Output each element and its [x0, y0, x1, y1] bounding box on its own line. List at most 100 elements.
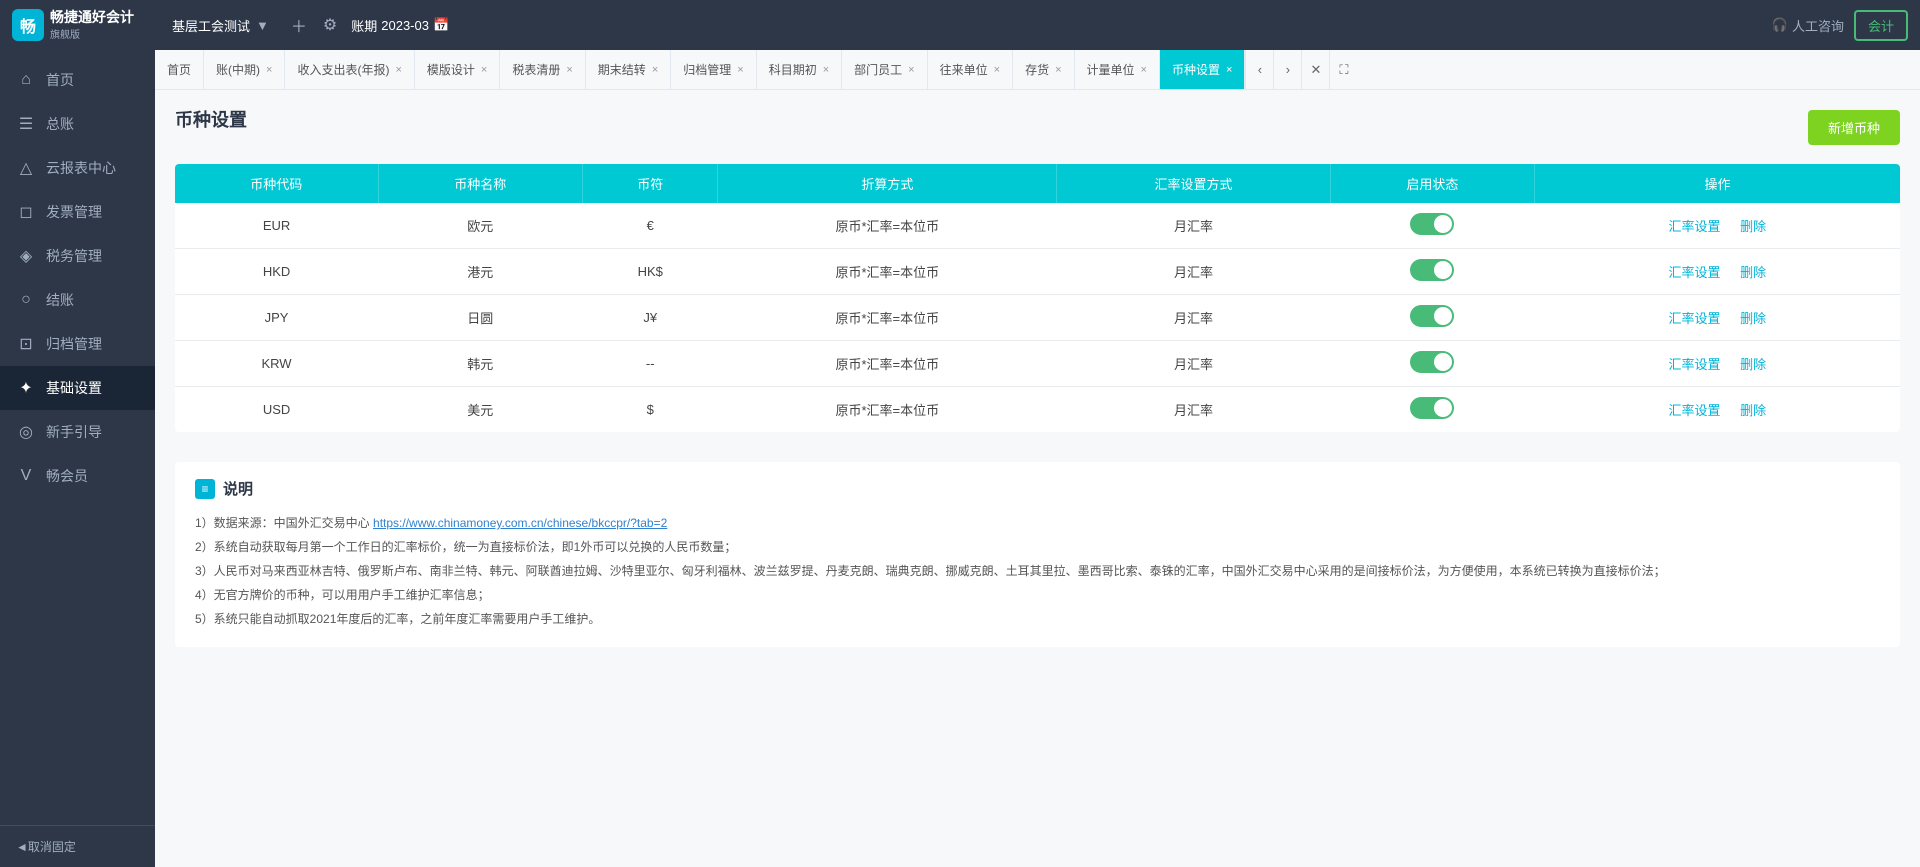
delete-link-4[interactable]: 删除: [1740, 403, 1766, 418]
rate-setting-link-3[interactable]: 汇率设置: [1668, 357, 1720, 372]
sidebar-item-tax[interactable]: ◈ 税务管理: [0, 234, 155, 278]
tab-close-archive-mgmt[interactable]: ×: [737, 64, 743, 76]
cell-code-0: EUR: [175, 203, 378, 249]
settings-icon[interactable]: ⚙: [319, 11, 341, 39]
tab-partner[interactable]: 往来单位 ×: [928, 50, 1013, 90]
tab-fullscreen-btn[interactable]: ⛶: [1329, 50, 1357, 90]
tab-unit[interactable]: 计量单位 ×: [1075, 50, 1160, 90]
delete-link-0[interactable]: 删除: [1740, 219, 1766, 234]
top-bar: 畅 畅捷通好会计 旗舰版 基层工会测试 ▼ ＋ ⚙ 账期 2023-03 📅 🎧…: [0, 0, 1920, 50]
logo-icon: 畅: [12, 9, 44, 41]
sidebar-item-home[interactable]: ⌂ 首页: [0, 58, 155, 102]
tab-income-report[interactable]: 收入支出表(年报) ×: [285, 50, 414, 90]
cell-name-0: 欧元: [378, 203, 582, 249]
tab-label-archive-mgmt: 归档管理: [683, 61, 731, 78]
tab-close-period-end[interactable]: ×: [652, 64, 658, 76]
sidebar-label-guide: 新手引导: [46, 422, 102, 442]
notice-title: ≡ 说明: [195, 478, 1880, 499]
tab-close-template-design[interactable]: ×: [481, 64, 487, 76]
cell-name-3: 韩元: [378, 341, 582, 387]
calendar-icon[interactable]: 📅: [433, 17, 449, 33]
cell-code-3: KRW: [175, 341, 378, 387]
sidebar-item-checkout[interactable]: ○ 结账: [0, 278, 155, 322]
sidebar-item-invoice[interactable]: ◻ 发票管理: [0, 190, 155, 234]
delete-link-1[interactable]: 删除: [1740, 265, 1766, 280]
tab-close-subject-init[interactable]: ×: [823, 64, 829, 76]
cell-status-4: [1330, 387, 1534, 433]
rate-setting-link-0[interactable]: 汇率设置: [1668, 219, 1720, 234]
table-row: USD 美元 $ 原币*汇率=本位币 月汇率 汇率设置 删除: [175, 387, 1900, 433]
tab-mid-period[interactable]: 账(中期) ×: [204, 50, 285, 90]
notice-link-0[interactable]: https://www.chinamoney.com.cn/chinese/bk…: [373, 516, 667, 530]
tab-next-btn[interactable]: ›: [1273, 50, 1301, 90]
cell-actions-1: 汇率设置 删除: [1535, 249, 1900, 295]
tab-archive-mgmt[interactable]: 归档管理 ×: [671, 50, 756, 90]
toggle-1[interactable]: [1410, 259, 1454, 281]
sidebar-item-ledger[interactable]: ☰ 总账: [0, 102, 155, 146]
tab-prev-btn[interactable]: ‹: [1245, 50, 1273, 90]
cancel-pin-button[interactable]: ◄取消固定: [0, 825, 155, 867]
tab-close-all-btn[interactable]: ✕: [1301, 50, 1329, 90]
rate-setting-link-1[interactable]: 汇率设置: [1668, 265, 1720, 280]
toggle-4[interactable]: [1410, 397, 1454, 419]
delete-link-3[interactable]: 删除: [1740, 357, 1766, 372]
notice-text-0: 1）数据来源：中国外汇交易中心: [195, 516, 373, 530]
sidebar-item-archive[interactable]: ⊡ 归档管理: [0, 322, 155, 366]
tab-label-income-report: 收入支出表(年报): [297, 61, 389, 78]
delete-link-2[interactable]: 删除: [1740, 311, 1766, 326]
toggle-0[interactable]: [1410, 213, 1454, 235]
tab-close-unit[interactable]: ×: [1141, 64, 1147, 76]
add-icon[interactable]: ＋: [287, 9, 311, 41]
notice-doc-icon: ≡: [195, 479, 215, 499]
company-selector[interactable]: 基层工会测试 ▼: [172, 16, 269, 35]
tab-currency[interactable]: 币种设置 ×: [1160, 50, 1245, 90]
tab-dept-staff[interactable]: 部门员工 ×: [842, 50, 927, 90]
tab-close-inventory[interactable]: ×: [1055, 64, 1061, 76]
top-actions: ＋ ⚙: [287, 9, 341, 41]
tab-subject-init[interactable]: 科目期初 ×: [757, 50, 842, 90]
tab-close-partner[interactable]: ×: [994, 64, 1000, 76]
customer-service[interactable]: 🎧 人工咨询: [1772, 16, 1844, 35]
rate-setting-link-4[interactable]: 汇率设置: [1668, 403, 1720, 418]
tab-home[interactable]: 首页: [155, 50, 204, 90]
cell-code-4: USD: [175, 387, 378, 433]
top-right: 🎧 人工咨询 会计: [1772, 10, 1908, 41]
notice-item-0: 1）数据来源：中国外汇交易中心 https://www.chinamoney.c…: [195, 511, 1880, 535]
tab-close-tax-list[interactable]: ×: [566, 64, 572, 76]
tab-period-end[interactable]: 期末结转 ×: [586, 50, 671, 90]
cell-symbol-3: --: [583, 341, 718, 387]
period-display: 账期 2023-03 📅: [351, 16, 449, 35]
tab-close-currency[interactable]: ×: [1226, 64, 1232, 76]
cell-name-1: 港元: [378, 249, 582, 295]
cell-conversion-0: 原币*汇率=本位币: [718, 203, 1057, 249]
tab-inventory[interactable]: 存货 ×: [1013, 50, 1074, 90]
notice-item-1: 2）系统自动获取每月第一个工作日的汇率标价，统一为直接标价法，即1外币可以兑换的…: [195, 535, 1880, 559]
tab-close-dept-staff[interactable]: ×: [908, 64, 914, 76]
sidebar-item-member[interactable]: V 畅会员: [0, 454, 155, 498]
tabs-bar: 首页 账(中期) × 收入支出表(年报) × 模版设计 × 税表清册 × 期末结…: [155, 50, 1920, 90]
tab-close-income-report[interactable]: ×: [395, 64, 401, 76]
col-header-conversion: 折算方式: [718, 164, 1057, 203]
tab-tax-list[interactable]: 税表清册 ×: [500, 50, 585, 90]
toggle-2[interactable]: [1410, 305, 1454, 327]
notice-item-4: 5）系统只能自动抓取2021年度后的汇率，之前年度汇率需要用户手工维护。: [195, 607, 1880, 631]
table-row: HKD 港元 HK$ 原币*汇率=本位币 月汇率 汇率设置 删除: [175, 249, 1900, 295]
new-currency-button[interactable]: 新增币种: [1808, 110, 1900, 145]
cell-rate-type-4: 月汇率: [1057, 387, 1330, 433]
sidebar-item-settings[interactable]: ✦ 基础设置: [0, 366, 155, 410]
toggle-3[interactable]: [1410, 351, 1454, 373]
main-content: 币种设置 新增币种 币种代码 币种名称 币符 折算方式 汇率设置方式 启用状态 …: [155, 90, 1920, 867]
cell-rate-type-2: 月汇率: [1057, 295, 1330, 341]
cell-conversion-3: 原币*汇率=本位币: [718, 341, 1057, 387]
sidebar-item-reports[interactable]: △ 云报表中心: [0, 146, 155, 190]
tax-icon: ◈: [16, 246, 36, 266]
cell-symbol-0: €: [583, 203, 718, 249]
company-dropdown-icon[interactable]: ▼: [256, 18, 269, 33]
tab-template-design[interactable]: 模版设计 ×: [415, 50, 500, 90]
tab-label-tax-list: 税表清册: [512, 61, 560, 78]
sidebar-item-guide[interactable]: ◎ 新手引导: [0, 410, 155, 454]
account-button[interactable]: 会计: [1854, 10, 1908, 41]
page-title: 币种设置: [175, 106, 247, 132]
tab-close-mid-period[interactable]: ×: [266, 64, 272, 76]
rate-setting-link-2[interactable]: 汇率设置: [1668, 311, 1720, 326]
